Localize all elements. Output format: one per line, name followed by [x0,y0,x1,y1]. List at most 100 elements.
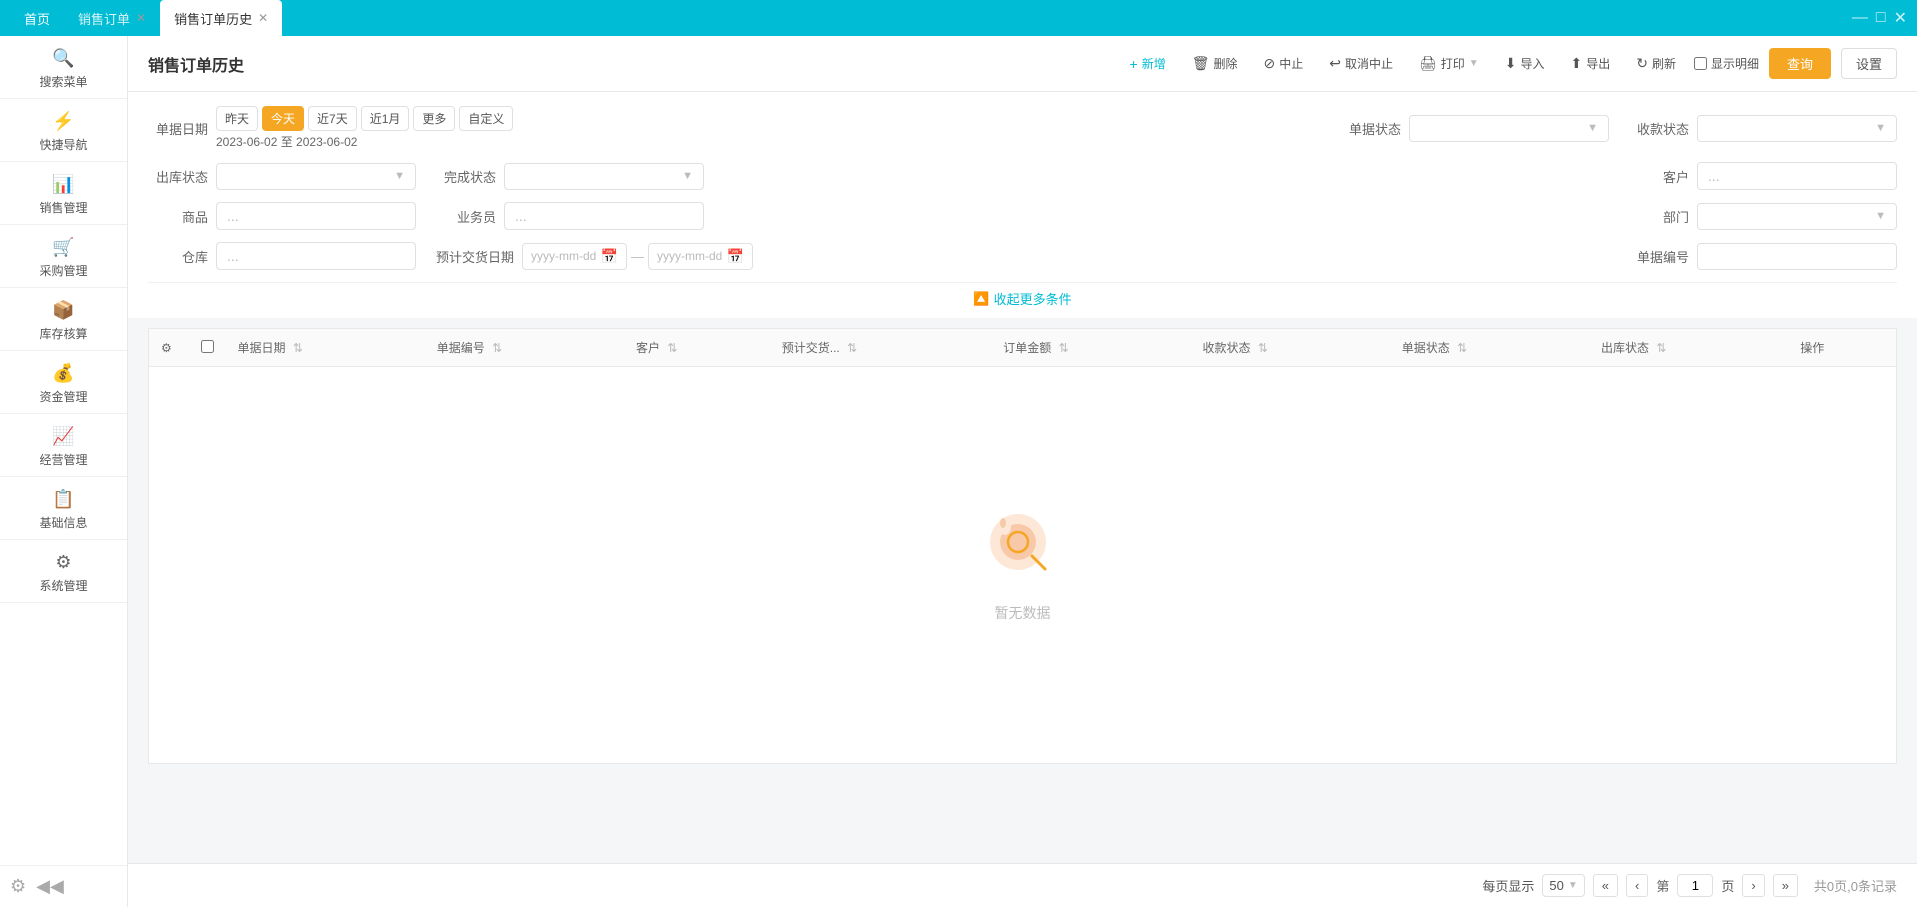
gear-column[interactable]: ⚙ [149,329,189,367]
select-all-checkbox[interactable] [201,340,214,353]
tab-home[interactable]: 首页 [10,0,64,36]
dept-arrow: ▼ [1875,210,1886,222]
product-dots[interactable]: ... [227,208,239,224]
sidebar-item-search-menu[interactable]: 🔍 搜索菜单 [0,36,127,99]
delivery-date-from[interactable]: yyyy-mm-dd 📅 [522,243,627,270]
cancel-stop-button[interactable]: ↩ 取消中止 [1321,51,1401,76]
yesterday-btn[interactable]: 昨天 [216,106,258,131]
col-customer[interactable]: 客户 ⇅ [624,329,770,367]
sidebar-item-sys-mgmt-label: 系统管理 [39,577,87,594]
product-input[interactable]: ... [216,202,416,230]
salesperson-input[interactable]: ... [504,202,704,230]
last-page-btn[interactable]: » [1773,874,1798,897]
warehouse-input[interactable]: ... [216,242,416,270]
complete-arrow: ▼ [682,170,693,182]
print-arrow-icon: ▼ [1469,58,1479,69]
refresh-button[interactable]: ↻ 刷新 [1628,51,1684,76]
col-receipt-status[interactable]: 收款状态 ⇅ [1191,329,1390,367]
custom-btn[interactable]: 自定义 [459,106,513,131]
sidebar-item-inventory[interactable]: 📦 库存核算 [0,288,127,351]
first-page-btn[interactable]: « [1593,874,1618,897]
filter-doc-status: 单据状态 ▼ [1341,115,1609,142]
col-doc-status[interactable]: 单据状态 ⇅ [1390,329,1589,367]
close-icon[interactable]: ✕ [1894,8,1907,28]
delivery-date-range: yyyy-mm-dd 📅 — yyyy-mm-dd 📅 [522,243,753,270]
query-button[interactable]: 查询 [1769,48,1831,79]
customer-label: 客户 [1629,167,1689,186]
checkbox-column[interactable] [189,329,226,367]
doc-status-select[interactable]: ▼ [1409,115,1609,142]
maximize-icon[interactable]: □ [1876,9,1886,27]
warehouse-label: 仓库 [148,247,208,266]
last7days-btn[interactable]: 近7天 [308,106,357,131]
filter-row-3: 商品 ... 业务员 ... 部门 ▼ [148,202,1897,230]
minimize-icon[interactable]: — [1852,9,1868,27]
search-menu-icon: 🔍 [52,48,74,69]
calendar-from-icon: 📅 [601,248,618,265]
next-page-btn[interactable]: › [1742,874,1764,897]
data-table: ⚙ 单据日期 ⇅ 单据编号 ⇅ 客户 [148,328,1897,764]
sidebar-item-purchase-mgmt[interactable]: 🛒 采购管理 [0,225,127,288]
filter-row-1: 单据日期 昨天 今天 近7天 近1月 更多 自定义 2023-06-02 至 2… [148,106,1897,150]
sort-amount-icon: ⇅ [1059,341,1069,355]
show-detail-checkbox-label[interactable]: 显示明细 [1694,55,1759,72]
dept-select[interactable]: ▼ [1697,203,1897,230]
delete-button[interactable]: 🗑 删除 [1184,51,1246,76]
sort-number-icon: ⇅ [492,341,502,355]
col-number[interactable]: 单据编号 ⇅ [425,329,624,367]
sidebar-item-basic-info[interactable]: 📋 基础信息 [0,477,127,540]
delivery-to-text: yyyy-mm-dd [657,249,722,263]
content-area: 销售订单历史 + 新增 🗑 删除 ⊘ 中止 ↩ 取消中止 [128,36,1917,907]
tab-sales-order[interactable]: 销售订单 ✕ [64,0,160,36]
import-button[interactable]: ⬇ 导入 [1497,51,1553,76]
col-amount[interactable]: 订单金额 ⇅ [991,329,1190,367]
complete-select[interactable]: ▼ [504,163,704,190]
new-button[interactable]: + 新增 [1122,51,1174,76]
tab-sales-order-history[interactable]: 销售订单历史 ✕ [160,0,282,36]
toolbar: + 新增 🗑 删除 ⊘ 中止 ↩ 取消中止 🖨 打印 [1122,48,1898,91]
new-label: 新增 [1142,55,1166,72]
today-btn[interactable]: 今天 [262,106,304,131]
receipt-status-select[interactable]: ▼ [1697,115,1897,142]
collapse-filters[interactable]: 🔼 收起更多条件 [148,282,1897,318]
settings-button[interactable]: 设置 [1841,48,1897,79]
tab-sales-order-label: 销售订单 [78,9,130,28]
doc-status-label: 单据状态 [1341,119,1401,138]
sidebar-item-quick-nav[interactable]: ⚡ 快捷导航 [0,99,127,162]
warehouse-dots[interactable]: ... [227,248,239,264]
show-detail-checkbox[interactable] [1694,57,1707,70]
out-stock-select[interactable]: ▼ [216,163,416,190]
sidebar-item-sys-mgmt[interactable]: ⚙ 系统管理 [0,540,127,603]
tab-sales-order-history-close[interactable]: ✕ [258,11,268,25]
salesperson-dots[interactable]: ... [515,208,527,224]
col-delivery[interactable]: 预计交货... ⇅ [770,329,992,367]
col-date[interactable]: 单据日期 ⇅ [226,329,425,367]
page-size-select[interactable]: 50 ▼ [1542,874,1584,897]
order-no-input[interactable] [1697,243,1897,270]
inventory-icon: 📦 [52,300,74,321]
tab-sales-order-close[interactable]: ✕ [136,11,146,25]
page-title: 销售订单历史 [148,52,244,88]
sidebar-item-sales-mgmt-label: 销售管理 [39,199,87,216]
settings-bottom-icon[interactable]: ⚙ [10,876,26,897]
customer-input[interactable]: ... [1697,162,1897,190]
last1month-btn[interactable]: 近1月 [361,106,410,131]
sidebar-item-capital-mgmt[interactable]: 💰 资金管理 [0,351,127,414]
sidebar-item-sales-mgmt[interactable]: 📊 销售管理 [0,162,127,225]
col-out-status[interactable]: 出库状态 ⇅ [1589,329,1788,367]
product-label: 商品 [148,207,208,226]
stop-button[interactable]: ⊘ 中止 [1256,51,1312,76]
delivery-date-to[interactable]: yyyy-mm-dd 📅 [648,243,753,270]
collapse-sidebar-icon[interactable]: ◀◀ [36,876,64,897]
top-bar: 首页 销售订单 ✕ 销售订单历史 ✕ — □ ✕ [0,0,1917,36]
customer-dots[interactable]: ... [1708,168,1720,184]
pagination-bar: 每页显示 50 ▼ « ‹ 第 页 › » 共0页,0条记录 [128,863,1917,907]
print-button[interactable]: 🖨 打印 ▼ [1411,51,1487,76]
prev-page-btn[interactable]: ‹ [1626,874,1648,897]
current-page-input[interactable] [1677,874,1713,897]
filter-row-4: 仓库 ... 预计交货日期 yyyy-mm-dd 📅 — yyyy [148,242,1897,270]
page-size-value: 50 [1549,878,1563,893]
export-button[interactable]: ⬆ 导出 [1562,51,1618,76]
sidebar-item-ops-mgmt[interactable]: 📈 经营管理 [0,414,127,477]
more-btn[interactable]: 更多 [413,106,455,131]
